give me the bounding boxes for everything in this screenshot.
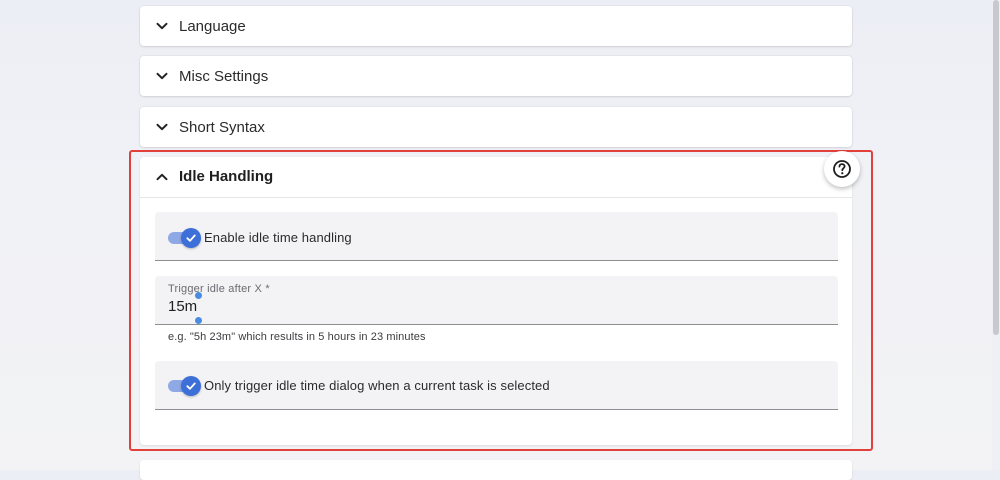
chevron-up-icon bbox=[156, 173, 168, 181]
toggle-knob bbox=[181, 376, 201, 396]
panel-header-idle-handling[interactable]: Idle Handling bbox=[140, 157, 852, 198]
check-icon bbox=[186, 382, 196, 390]
panel-title-misc-settings: Misc Settings bbox=[179, 67, 269, 85]
text-cursor-handle-top bbox=[195, 292, 202, 299]
panel-misc-settings[interactable]: Misc Settings bbox=[140, 56, 852, 96]
trigger-idle-input[interactable] bbox=[168, 298, 568, 315]
enable-idle-toggle[interactable] bbox=[168, 228, 202, 248]
chevron-down-icon bbox=[156, 123, 168, 131]
panel-language[interactable]: Language bbox=[140, 6, 852, 46]
help-circle-icon bbox=[833, 160, 851, 178]
toggle-knob bbox=[181, 228, 201, 248]
scrollbar-track[interactable] bbox=[992, 0, 1000, 470]
chevron-down-icon bbox=[156, 72, 168, 80]
panel-title-idle-handling: Idle Handling bbox=[179, 168, 274, 185]
only-current-task-toggle[interactable] bbox=[168, 376, 202, 396]
panel-title-short-syntax: Short Syntax bbox=[179, 118, 265, 136]
scrollbar-thumb[interactable] bbox=[993, 0, 999, 335]
panel-short-syntax[interactable]: Short Syntax bbox=[140, 107, 852, 147]
check-icon bbox=[186, 234, 196, 242]
chevron-down-icon bbox=[156, 22, 168, 30]
help-button[interactable] bbox=[824, 151, 860, 187]
trigger-idle-hint: e.g. "5h 23m" which results in 5 hours i… bbox=[168, 331, 426, 343]
trigger-idle-label: Trigger idle after X * bbox=[168, 283, 270, 295]
panel-next-partial[interactable] bbox=[140, 460, 852, 480]
enable-idle-label: Enable idle time handling bbox=[204, 230, 352, 245]
panel-title-language: Language bbox=[179, 17, 246, 35]
only-current-task-label: Only trigger idle time dialog when a cur… bbox=[204, 378, 550, 393]
text-cursor-handle-bottom bbox=[195, 317, 202, 324]
